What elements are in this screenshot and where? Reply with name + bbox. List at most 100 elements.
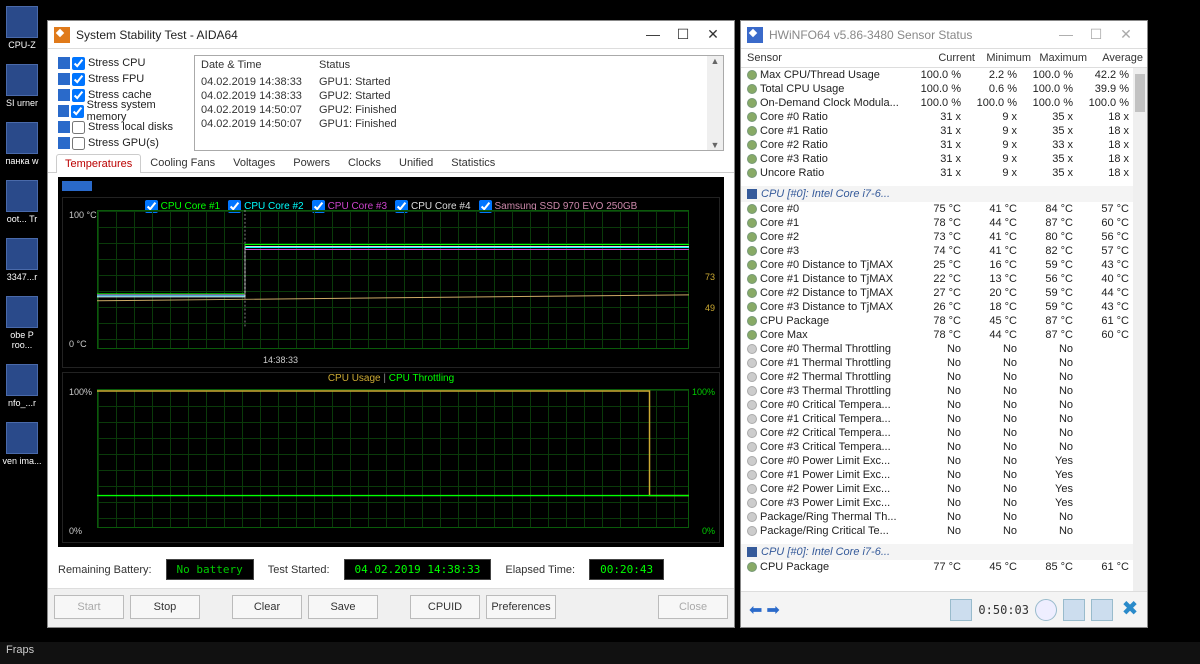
- col-average[interactable]: Average: [1087, 52, 1143, 64]
- hwi-titlebar[interactable]: HWiNFO64 v5.86-3480 Sensor Status — ☐ ✕: [741, 21, 1147, 49]
- preferences-button[interactable]: Preferences: [486, 595, 556, 619]
- sensor-row[interactable]: On-Demand Clock Modula... 100.0 % 100.0 …: [741, 96, 1147, 110]
- sensor-row[interactable]: Core #3 74 °C 41 °C 82 °C 57 °C: [741, 244, 1147, 258]
- start-button[interactable]: Start: [54, 595, 124, 619]
- desktop-icon[interactable]: oot... Tr: [2, 180, 42, 224]
- stress-option[interactable]: Stress CPU: [58, 55, 186, 71]
- sensor-row[interactable]: Core #1 Critical Tempera... No No No: [741, 412, 1147, 426]
- clock-icon[interactable]: [1035, 599, 1057, 621]
- desktop-icon[interactable]: 3347...r: [2, 238, 42, 282]
- minimize-button[interactable]: —: [638, 24, 668, 46]
- sensor-row[interactable]: Core #3 Distance to TjMAX 26 °C 18 °C 59…: [741, 300, 1147, 314]
- close-button[interactable]: ✕: [698, 24, 728, 46]
- stress-option[interactable]: Stress system memory: [58, 103, 186, 119]
- taskbar[interactable]: Fraps: [0, 642, 1200, 664]
- sensor-row[interactable]: Total CPU Usage 100.0 % 0.6 % 100.0 % 39…: [741, 82, 1147, 96]
- sensor-group[interactable]: CPU [#0]: Intel Core i7-6...: [741, 186, 1147, 202]
- desktop-icon[interactable]: SI urner: [2, 64, 42, 108]
- log-row[interactable]: 04.02.2019 14:50:07GPU2: Finished: [195, 103, 723, 117]
- sensor-row[interactable]: Max CPU/Thread Usage 100.0 % 2.2 % 100.0…: [741, 68, 1147, 82]
- event-log[interactable]: Date & Time Status 04.02.2019 14:38:33GP…: [194, 55, 724, 151]
- hwi-column-headers[interactable]: Sensor Current Minimum Maximum Average: [741, 49, 1147, 68]
- hwi-close-button[interactable]: ✕: [1111, 24, 1141, 46]
- desktop-icon[interactable]: панка w: [2, 122, 42, 166]
- sensor-row[interactable]: Core #0 Power Limit Exc... No No Yes: [741, 454, 1147, 468]
- hwi-minimize-button[interactable]: —: [1051, 24, 1081, 46]
- sensor-row[interactable]: Core #0 Ratio 31 x 9 x 35 x 18 x: [741, 110, 1147, 124]
- log-icon[interactable]: [1063, 599, 1085, 621]
- stress-option[interactable]: Stress FPU: [58, 71, 186, 87]
- col-sensor[interactable]: Sensor: [747, 52, 919, 64]
- tab-temperatures[interactable]: Temperatures: [56, 154, 141, 173]
- tab-voltages[interactable]: Voltages: [224, 153, 284, 172]
- hwi-scrollbar[interactable]: [1133, 68, 1147, 591]
- sensor-row[interactable]: Core #3 Ratio 31 x 9 x 35 x 18 x: [741, 152, 1147, 166]
- sensor-group[interactable]: CPU [#0]: Intel Core i7-6...: [741, 544, 1147, 560]
- stress-option[interactable]: Stress local disks: [58, 119, 186, 135]
- log-row[interactable]: 04.02.2019 14:38:33GPU2: Started: [195, 89, 723, 103]
- log-row[interactable]: 04.02.2019 14:50:07GPU1: Finished: [195, 117, 723, 131]
- tab-clocks[interactable]: Clocks: [339, 153, 390, 172]
- stress-option[interactable]: Stress GPU(s): [58, 135, 186, 151]
- arrow-right-icon: ➡: [764, 602, 781, 619]
- desktop-icon[interactable]: CPU-Z: [2, 6, 42, 50]
- sensor-row[interactable]: Core #2 Ratio 31 x 9 x 33 x 18 x: [741, 138, 1147, 152]
- sensor-row[interactable]: Core #1 Thermal Throttling No No No: [741, 356, 1147, 370]
- sensor-row[interactable]: Core #0 Distance to TjMAX 25 °C 16 °C 59…: [741, 258, 1147, 272]
- desktop-icon[interactable]: ven ima...: [2, 422, 42, 466]
- sensor-row[interactable]: Core #1 78 °C 44 °C 87 °C 60 °C: [741, 216, 1147, 230]
- tab-powers[interactable]: Powers: [284, 153, 339, 172]
- taskbar-item[interactable]: Fraps: [6, 644, 34, 656]
- stress-checkbox[interactable]: [72, 73, 85, 86]
- cpuid-button[interactable]: CPUID: [410, 595, 480, 619]
- sensor-row[interactable]: Core #2 Power Limit Exc... No No Yes: [741, 482, 1147, 496]
- stress-checkbox[interactable]: [72, 121, 85, 134]
- log-row[interactable]: 04.02.2019 14:38:33GPU1: Started: [195, 75, 723, 89]
- sensor-row[interactable]: Uncore Ratio 31 x 9 x 35 x 18 x: [741, 166, 1147, 180]
- sensor-row[interactable]: Core Max 78 °C 44 °C 87 °C 60 °C: [741, 328, 1147, 342]
- stress-checkbox[interactable]: [71, 105, 84, 118]
- desktop-icon[interactable]: nfo_...r: [2, 364, 42, 408]
- log-scrollbar[interactable]: [707, 56, 723, 150]
- tab-cooling fans[interactable]: Cooling Fans: [141, 153, 224, 172]
- tab-unified[interactable]: Unified: [390, 153, 442, 172]
- exit-icon[interactable]: ✖: [1119, 599, 1141, 621]
- stress-checkbox[interactable]: [72, 89, 85, 102]
- sensor-row[interactable]: Core #2 73 °C 41 °C 80 °C 56 °C: [741, 230, 1147, 244]
- stress-checkbox[interactable]: [72, 137, 85, 150]
- col-minimum[interactable]: Minimum: [975, 52, 1031, 64]
- sensor-row[interactable]: Core #0 Thermal Throttling No No No: [741, 342, 1147, 356]
- hwi-sensor-list[interactable]: Max CPU/Thread Usage 100.0 % 2.2 % 100.0…: [741, 68, 1147, 591]
- col-maximum[interactable]: Maximum: [1031, 52, 1087, 64]
- sensor-row[interactable]: Core #0 75 °C 41 °C 84 °C 57 °C: [741, 202, 1147, 216]
- sensor-row[interactable]: CPU Package 78 °C 45 °C 87 °C 61 °C: [741, 314, 1147, 328]
- aida-titlebar[interactable]: System Stability Test - AIDA64 — ☐ ✕: [48, 21, 734, 49]
- maximize-button[interactable]: ☐: [668, 24, 698, 46]
- sensor-row[interactable]: Core #3 Power Limit Exc... No No Yes: [741, 496, 1147, 510]
- sensor-row[interactable]: Core #2 Critical Tempera... No No No: [741, 426, 1147, 440]
- sensor-row[interactable]: Core #2 Distance to TjMAX 27 °C 20 °C 59…: [741, 286, 1147, 300]
- sensor-row[interactable]: Core #1 Distance to TjMAX 22 °C 13 °C 56…: [741, 272, 1147, 286]
- sensor-row[interactable]: Package/Ring Critical Te... No No No: [741, 524, 1147, 538]
- clear-button[interactable]: Clear: [232, 595, 302, 619]
- sensor-row[interactable]: Core #1 Power Limit Exc... No No Yes: [741, 468, 1147, 482]
- sensor-row[interactable]: Package/Ring Thermal Th... No No No: [741, 510, 1147, 524]
- close-dialog-button[interactable]: Close: [658, 595, 728, 619]
- refresh-icon[interactable]: [950, 599, 972, 621]
- sensor-row[interactable]: Core #3 Thermal Throttling No No No: [741, 384, 1147, 398]
- hwi-maximize-button[interactable]: ☐: [1081, 24, 1111, 46]
- desktop-icon[interactable]: obe P roo...: [2, 296, 42, 350]
- save-button[interactable]: Save: [308, 595, 378, 619]
- sensor-row[interactable]: Core #0 Critical Tempera... No No No: [741, 398, 1147, 412]
- tab-statistics[interactable]: Statistics: [442, 153, 504, 172]
- stress-checkbox[interactable]: [72, 57, 85, 70]
- stop-button[interactable]: Stop: [130, 595, 200, 619]
- sensor-row[interactable]: Core #1 Ratio 31 x 9 x 35 x 18 x: [741, 124, 1147, 138]
- scrollbar-thumb[interactable]: [1135, 74, 1145, 112]
- sensor-row[interactable]: Core #2 Thermal Throttling No No No: [741, 370, 1147, 384]
- col-current[interactable]: Current: [919, 52, 975, 64]
- sensor-row[interactable]: CPU Package 77 °C 45 °C 85 °C 61 °C: [741, 560, 1147, 574]
- reset-icon[interactable]: [1091, 599, 1113, 621]
- sensor-row[interactable]: Core #3 Critical Tempera... No No No: [741, 440, 1147, 454]
- nav-arrows[interactable]: ⬅➡: [747, 600, 782, 620]
